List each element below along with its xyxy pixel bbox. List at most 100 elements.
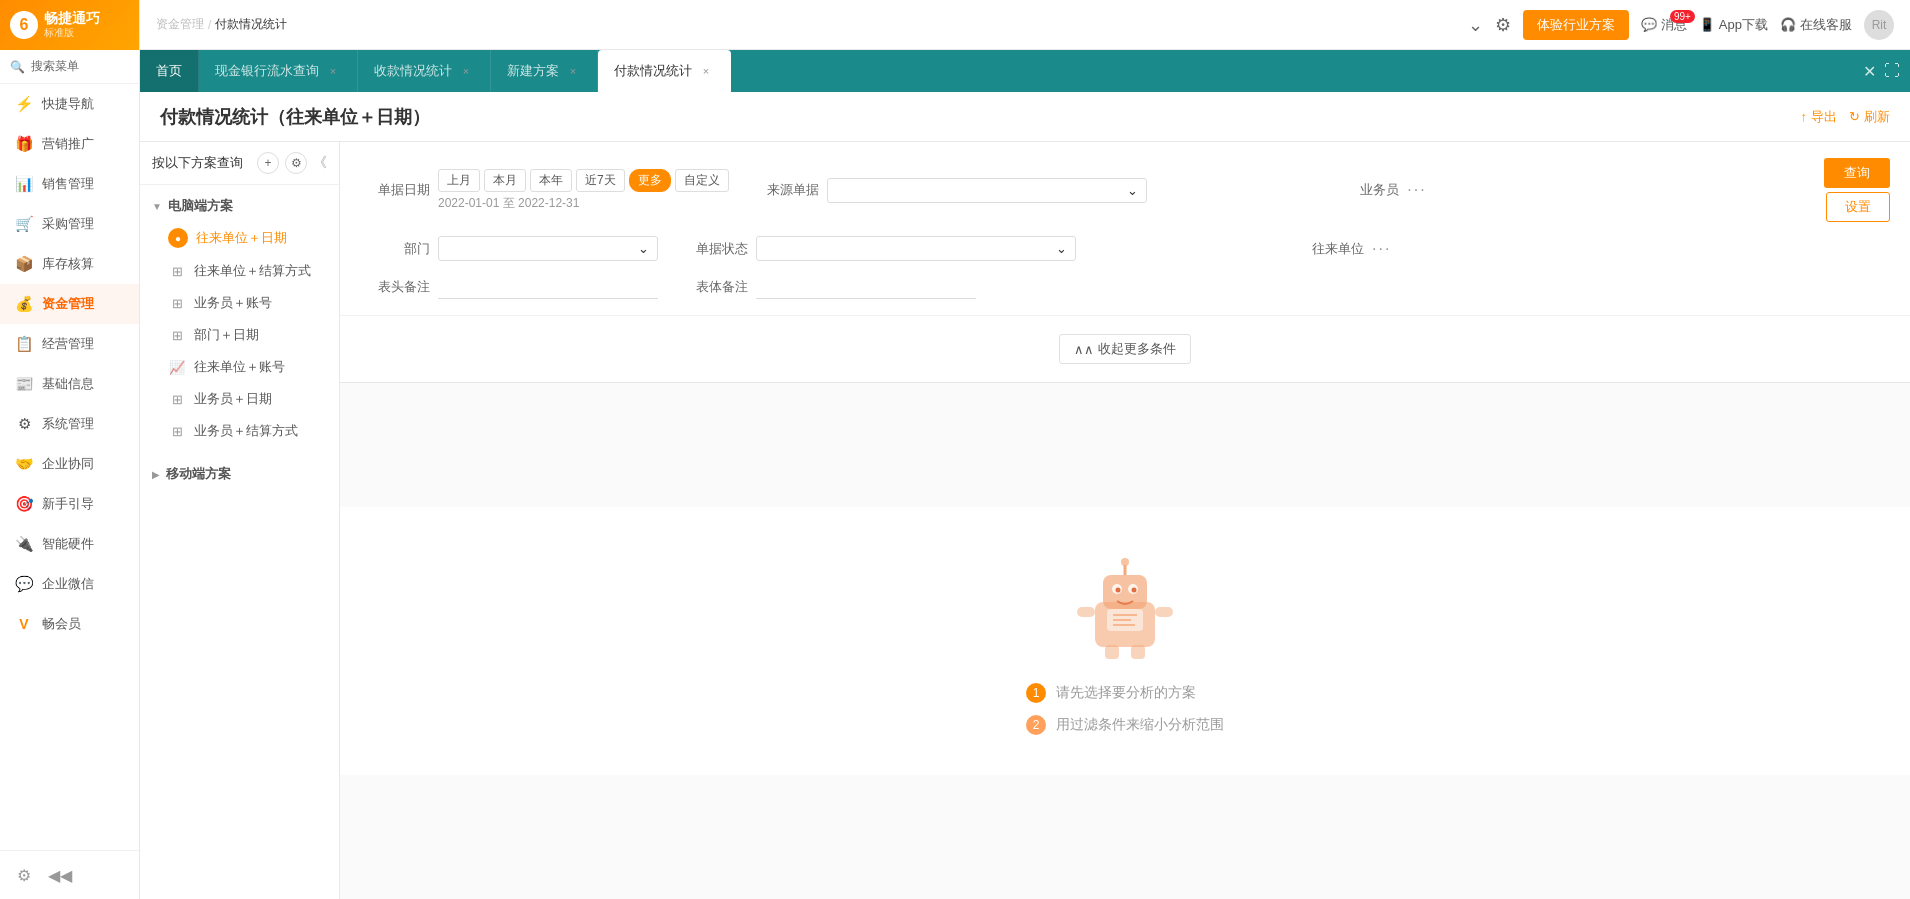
- scheme-group-mobile-header[interactable]: ▶ 移动端方案: [140, 459, 339, 489]
- scheme-item-unit-date[interactable]: ● 往来单位＋日期: [140, 221, 339, 255]
- tab-cash-flow[interactable]: 现金银行流水查询 ×: [199, 50, 358, 92]
- app-download-btn[interactable]: 📱 App下载: [1699, 16, 1768, 34]
- tab-receipts-close[interactable]: ×: [458, 63, 474, 79]
- table-icon-4: ⊞: [168, 390, 186, 408]
- sidebar-item-system[interactable]: ⚙ 系统管理: [0, 404, 139, 444]
- sidebar-item-vip[interactable]: V 畅会员: [0, 604, 139, 644]
- scheme-group-desktop: ▼ 电脑端方案 ● 往来单位＋日期 ⊞ 往来单位＋结算方式 ⊞ 业务员＋账号: [140, 185, 339, 453]
- date-btn-this-month[interactable]: 本月: [484, 169, 526, 192]
- svg-rect-9: [1155, 607, 1173, 617]
- scheme-item-staff-date[interactable]: ⊞ 业务员＋日期: [140, 383, 339, 415]
- sidebar-item-hardware[interactable]: 🔌 智能硬件: [0, 524, 139, 564]
- settings-bottom-icon[interactable]: ⚙: [10, 861, 38, 889]
- sidebar-item-label: 经营管理: [42, 335, 94, 353]
- scheme-item-label: 业务员＋日期: [194, 390, 272, 408]
- tab-cash-flow-label: 现金银行流水查询: [215, 62, 319, 80]
- step-2-number: 2: [1026, 715, 1046, 735]
- sidebar-item-label: 库存核算: [42, 255, 94, 273]
- scheme-item-staff-account[interactable]: ⊞ 业务员＋账号: [140, 287, 339, 319]
- tab-receipts[interactable]: 收款情况统计 ×: [358, 50, 491, 92]
- logo-sub: 标准版: [44, 26, 100, 40]
- note-body-input[interactable]: [756, 275, 976, 299]
- sidebar-item-label: 资金管理: [42, 295, 94, 313]
- sidebar: 6 畅捷通巧 标准版 🔍 搜索菜单 ⚡ 快捷导航 🎁 营销推广 📊 销售管理 🛒…: [0, 0, 140, 899]
- sidebar-item-operation[interactable]: 📋 经营管理: [0, 324, 139, 364]
- sidebar-item-inventory[interactable]: 📦 库存核算: [0, 244, 139, 284]
- tab-home[interactable]: 首页: [140, 50, 199, 92]
- query-btn[interactable]: 查询: [1824, 158, 1890, 188]
- user-avatar[interactable]: Rit: [1864, 10, 1894, 40]
- sidebar-item-sales[interactable]: 📊 销售管理: [0, 164, 139, 204]
- sidebar-item-basic[interactable]: 📰 基础信息: [0, 364, 139, 404]
- export-btn[interactable]: ↑ 导出: [1801, 108, 1838, 126]
- empty-steps: 1 请先选择要分析的方案 2 用过滤条件来缩小分析范围: [1026, 683, 1224, 735]
- dept-select[interactable]: ⌄: [438, 236, 658, 261]
- date-controls: 上月 本月 本年 近7天 更多 自定义 2022-01-01 至 2022-12…: [438, 169, 729, 212]
- sidebar-item-quick-nav[interactable]: ⚡ 快捷导航: [0, 84, 139, 124]
- tab-payments-close[interactable]: ×: [698, 63, 714, 79]
- add-scheme-btn[interactable]: +: [257, 152, 279, 174]
- sidebar-item-label: 销售管理: [42, 175, 94, 193]
- sidebar-bottom: ⚙ ◀◀: [0, 850, 139, 899]
- service-label: 在线客服: [1800, 16, 1852, 34]
- scheme-item-unit-payment[interactable]: ⊞ 往来单位＋结算方式: [140, 255, 339, 287]
- marketing-icon: 🎁: [14, 134, 34, 154]
- staff-dots-btn[interactable]: ···: [1407, 181, 1426, 199]
- note-header-label: 表头备注: [360, 278, 430, 296]
- partner-dots-btn[interactable]: ···: [1372, 240, 1391, 258]
- collapse-scheme-btn[interactable]: 《: [313, 154, 327, 172]
- refresh-btn[interactable]: ↻ 刷新: [1849, 108, 1890, 126]
- collapse-bar: ∧∧ 收起更多条件: [340, 316, 1910, 383]
- tab-new-scheme-close[interactable]: ×: [565, 63, 581, 79]
- breadcrumb-current: 付款情况统计: [215, 16, 287, 33]
- logo-name: 畅捷通巧: [44, 10, 100, 27]
- sidebar-item-label: 智能硬件: [42, 535, 94, 553]
- date-range-text: 2022-01-01 至 2022-12-31: [438, 195, 729, 212]
- refresh-icon: ↻: [1849, 109, 1860, 124]
- guide-icon: 🎯: [14, 494, 34, 514]
- fullscreen-icon[interactable]: ⛶: [1884, 62, 1900, 80]
- online-service-btn[interactable]: 🎧 在线客服: [1780, 16, 1852, 34]
- search-menu[interactable]: 🔍 搜索菜单: [0, 50, 139, 84]
- date-btn-this-year[interactable]: 本年: [530, 169, 572, 192]
- date-btn-more[interactable]: 更多: [629, 169, 671, 192]
- svg-rect-8: [1077, 607, 1095, 617]
- status-select[interactable]: ⌄: [756, 236, 1076, 261]
- step-1-number: 1: [1026, 683, 1046, 703]
- date-btn-last-month[interactable]: 上月: [438, 169, 480, 192]
- filter-area: 单据日期 上月 本月 本年 近7天 更多 自定义 20: [340, 142, 1910, 316]
- sidebar-item-finance[interactable]: 💰 资金管理: [0, 284, 139, 324]
- note-header-input[interactable]: [438, 275, 658, 299]
- staff-label: 业务员: [1329, 181, 1399, 199]
- source-select[interactable]: ⌄: [827, 178, 1147, 203]
- sidebar-item-purchase[interactable]: 🛒 采购管理: [0, 204, 139, 244]
- note-body-label: 表体备注: [678, 278, 748, 296]
- sidebar-item-label: 营销推广: [42, 135, 94, 153]
- setting-btn[interactable]: 设置: [1826, 192, 1890, 222]
- scheme-item-dept-date[interactable]: ⊞ 部门＋日期: [140, 319, 339, 351]
- trial-btn[interactable]: 体验行业方案: [1523, 10, 1629, 40]
- scheme-item-label: 往来单位＋账号: [194, 358, 285, 376]
- sidebar-item-wechat[interactable]: 💬 企业微信: [0, 564, 139, 604]
- sidebar-item-marketing[interactable]: 🎁 营销推广: [0, 124, 139, 164]
- settings-topbar-icon[interactable]: ⚙: [1495, 14, 1511, 36]
- scheme-item-unit-account[interactable]: 📈 往来单位＋账号: [140, 351, 339, 383]
- close-tab-icon[interactable]: ✕: [1863, 62, 1876, 81]
- empty-illustration: [1065, 547, 1185, 667]
- scheme-item-staff-payment[interactable]: ⊞ 业务员＋结算方式: [140, 415, 339, 447]
- messages-btn[interactable]: 💬 消息 99+: [1641, 16, 1687, 34]
- dropdown-icon[interactable]: ⌄: [1468, 14, 1483, 36]
- date-btn-7days[interactable]: 近7天: [576, 169, 625, 192]
- sidebar-item-label: 畅会员: [42, 615, 81, 633]
- scheme-group-desktop-header[interactable]: ▼ 电脑端方案: [140, 191, 339, 221]
- date-btn-custom[interactable]: 自定义: [675, 169, 729, 192]
- collapse-sidebar-icon[interactable]: ◀◀: [46, 861, 74, 889]
- scheme-settings-btn[interactable]: ⚙: [285, 152, 307, 174]
- sidebar-item-guide[interactable]: 🎯 新手引导: [0, 484, 139, 524]
- tab-cash-flow-close[interactable]: ×: [325, 63, 341, 79]
- sidebar-item-enterprise[interactable]: 🤝 企业协同: [0, 444, 139, 484]
- tab-payments[interactable]: 付款情况统计 ×: [598, 50, 731, 92]
- tab-new-scheme[interactable]: 新建方案 ×: [491, 50, 598, 92]
- collapse-more-btn[interactable]: ∧∧ 收起更多条件: [1059, 334, 1191, 364]
- refresh-label: 刷新: [1864, 108, 1890, 126]
